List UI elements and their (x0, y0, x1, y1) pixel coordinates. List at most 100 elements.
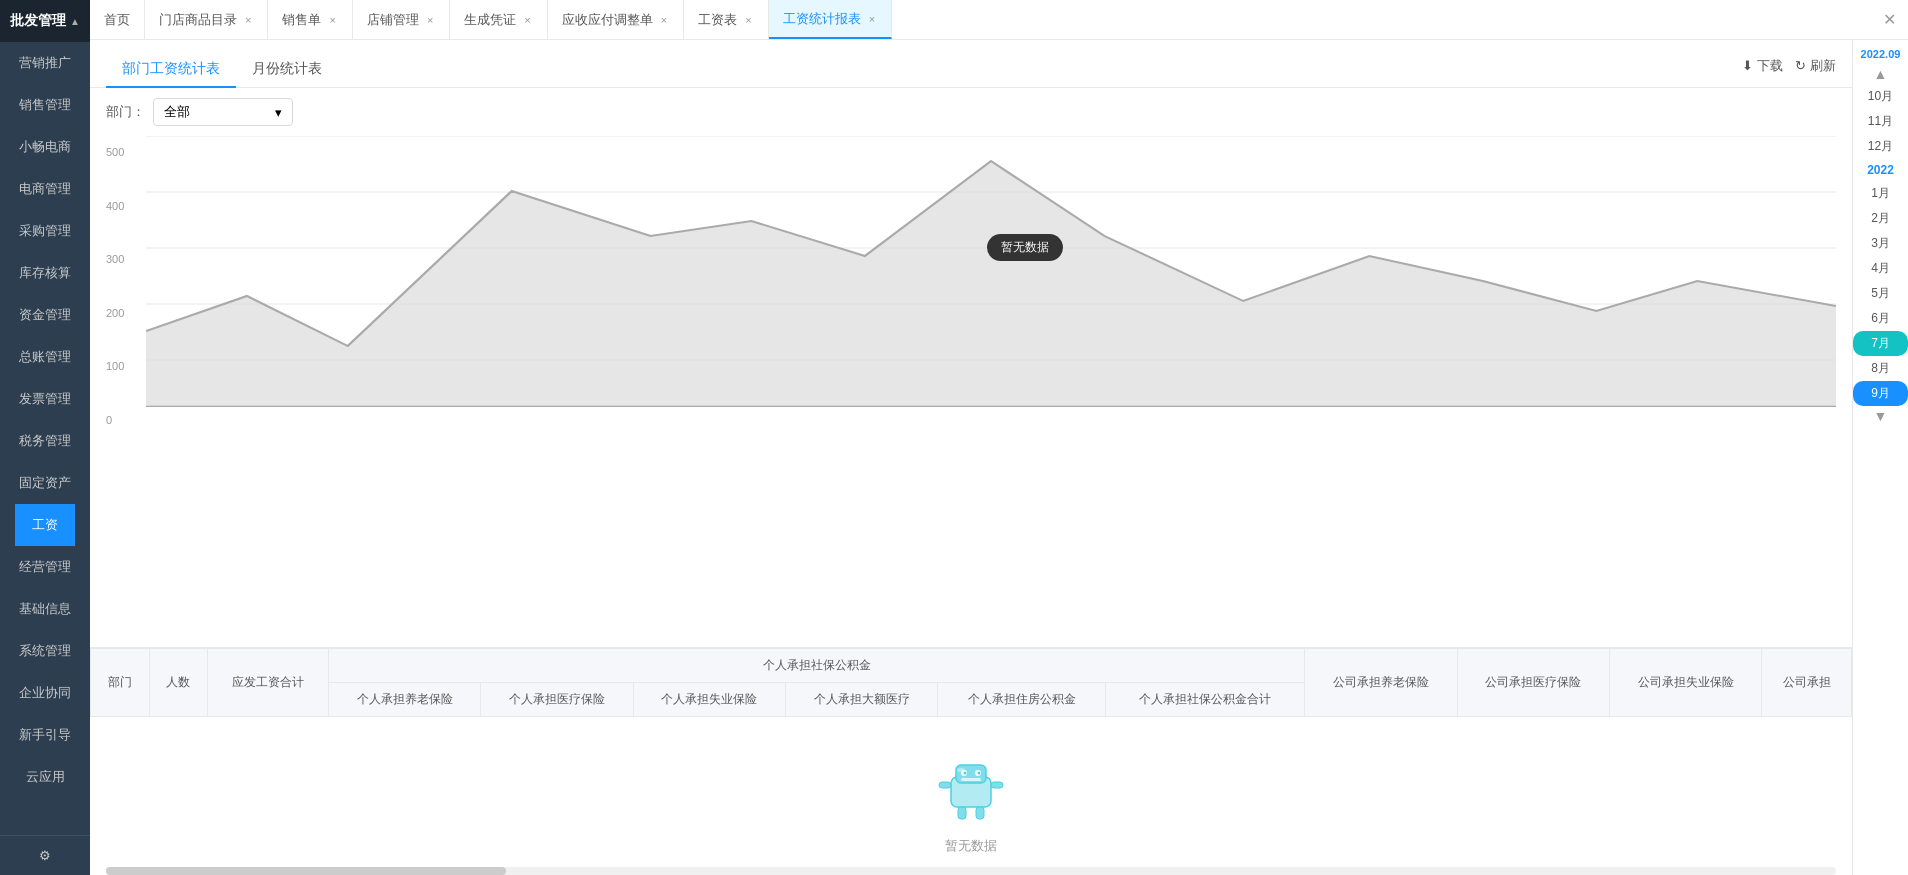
date-panel: 2022.09 ▲ 10月 11月 12月 2022 1月 2月 3月 4月 5… (1852, 40, 1908, 875)
tab-应收应付调整单[interactable]: 应收应付调整单 × (548, 0, 684, 39)
refresh-label: 刷新 (1810, 57, 1836, 75)
col-personal-pension: 个人承担养老保险 (329, 683, 481, 717)
col-department: 部门 (91, 649, 150, 717)
sidebar-item-税务管理[interactable]: 税务管理 (15, 420, 75, 462)
date-month-9[interactable]: 9月 (1853, 381, 1908, 406)
tab-label: 工资统计报表 (783, 10, 861, 28)
empty-robot-icon (931, 757, 1011, 827)
horizontal-scrollbar[interactable] (106, 867, 1836, 875)
refresh-icon: ↻ (1795, 58, 1806, 73)
col-company-medical: 公司承担医疗保险 (1457, 649, 1609, 717)
date-month-3[interactable]: 3月 (1853, 231, 1908, 256)
col-personal-total: 个人承担社保公积金合计 (1106, 683, 1305, 717)
tab-生成凭证[interactable]: 生成凭证 × (450, 0, 547, 39)
date-down-button[interactable]: ▼ (1867, 406, 1895, 426)
sidebar-item-云应用[interactable]: 云应用 (15, 756, 75, 798)
sidebar-item-经营管理[interactable]: 经营管理 (15, 546, 75, 588)
settings-icon: ⚙ (39, 848, 51, 863)
tab-close-icon[interactable]: × (522, 14, 532, 26)
sidebar-item-采购管理[interactable]: 采购管理 (15, 210, 75, 252)
sidebar-header[interactable]: 批发管理 ▲ (0, 0, 90, 42)
date-month-1[interactable]: 1月 (1853, 181, 1908, 206)
chart-svg (146, 136, 1836, 416)
chart-y-labels: 500 400 300 200 100 0 (106, 136, 124, 436)
sidebar-settings-button[interactable]: ⚙ (0, 835, 90, 875)
col-company-pension: 公司承担养老保险 (1305, 649, 1457, 717)
col-company-unemployment: 公司承担失业保险 (1609, 649, 1761, 717)
date-month-7[interactable]: 7月 (1853, 331, 1908, 356)
date-month-2[interactable]: 2月 (1853, 206, 1908, 231)
col-personal-major-medical: 个人承担大额医疗 (786, 683, 938, 717)
content-wrapper: 部门工资统计表月份统计表 ⬇ 下载 ↻ 刷新 部门： 全部 ▾ (90, 40, 1908, 875)
stats-table: 部门 人数 应发工资合计 个人承担社保公积金 公司承担养老保险 公司承担医疗保险… (90, 648, 1852, 717)
date-month-8[interactable]: 8月 (1853, 356, 1908, 381)
col-company-other: 公司承担 (1762, 649, 1852, 717)
date-month-5[interactable]: 5月 (1853, 281, 1908, 306)
date-panel-current: 2022.09 (1861, 48, 1901, 60)
table-wrapper[interactable]: 部门 人数 应发工资合计 个人承担社保公积金 公司承担养老保险 公司承担医疗保险… (90, 647, 1852, 867)
sidebar-item-销售管理[interactable]: 销售管理 (15, 84, 75, 126)
sidebar-item-电商管理[interactable]: 电商管理 (15, 168, 75, 210)
department-select[interactable]: 全部 ▾ (153, 98, 293, 126)
tab-close-icon[interactable]: × (243, 14, 253, 26)
close-all-tabs-button[interactable]: ✕ (1871, 10, 1908, 29)
tab-销售单[interactable]: 销售单× (268, 0, 352, 39)
sidebar-item-资金管理[interactable]: 资金管理 (15, 294, 75, 336)
sidebar-title: 批发管理 (10, 12, 66, 30)
date-month-4[interactable]: 4月 (1853, 256, 1908, 281)
tab-工资表[interactable]: 工资表 × (684, 0, 768, 39)
tab-工资统计报表[interactable]: 工资统计报表 × (769, 0, 892, 39)
page-content: 部门工资统计表月份统计表 ⬇ 下载 ↻ 刷新 部门： 全部 ▾ (90, 40, 1852, 875)
tab-close-icon[interactable]: × (659, 14, 669, 26)
tab-店铺管理[interactable]: 店铺管理× (353, 0, 450, 39)
sidebar-item-企业协同[interactable]: 企业协同 (15, 672, 75, 714)
download-button[interactable]: ⬇ 下载 (1742, 57, 1783, 75)
tab-close-icon[interactable]: × (743, 14, 753, 26)
sidebar-item-固定资产[interactable]: 固定资产 (15, 462, 75, 504)
tab-门店商品目录[interactable]: 门店商品目录 × (145, 0, 268, 39)
tab-label: 工资表 (698, 11, 737, 29)
tab-close-icon[interactable]: × (867, 13, 877, 25)
svg-rect-16 (958, 807, 966, 819)
tab-首页[interactable]: 首页 (90, 0, 145, 39)
svg-point-11 (964, 772, 967, 775)
svg-point-18 (957, 768, 965, 772)
refresh-button[interactable]: ↻ 刷新 (1795, 57, 1836, 75)
sidebar-item-库存核算[interactable]: 库存核算 (15, 252, 75, 294)
sidebar-item-总账管理[interactable]: 总账管理 (15, 336, 75, 378)
svg-rect-15 (991, 782, 1003, 788)
sidebar-item-发票管理[interactable]: 发票管理 (15, 378, 75, 420)
date-month-10[interactable]: 10月 (1853, 84, 1908, 109)
col-personal-unemployment: 个人承担失业保险 (633, 683, 785, 717)
col-total-salary: 应发工资合计 (208, 649, 329, 717)
sidebar-item-工资[interactable]: 工资 (15, 504, 75, 546)
chart-container: 500 400 300 200 100 0 (106, 136, 1836, 436)
tab-label: 门店商品目录 (159, 11, 237, 29)
tab-label: 生成凭证 (464, 11, 516, 29)
sidebar-item-小畅电商[interactable]: 小畅电商 (15, 126, 75, 168)
sidebar-item-基础信息[interactable]: 基础信息 (15, 588, 75, 630)
main-area: 首页门店商品目录×销售单×店铺管理×生成凭证×应收应付调整单×工资表×工资统计报… (90, 0, 1908, 875)
scrollbar-thumb[interactable] (106, 867, 506, 875)
sidebar: 批发管理 ▲ 营销推广销售管理小畅电商电商管理采购管理库存核算资金管理总账管理发… (0, 0, 90, 875)
tab-close-icon[interactable]: × (425, 14, 435, 26)
col-personal-insurance-header: 个人承担社保公积金 (329, 649, 1305, 683)
svg-marker-6 (146, 161, 1836, 406)
sidebar-item-系统管理[interactable]: 系统管理 (15, 630, 75, 672)
sidebar-item-新手引导[interactable]: 新手引导 (15, 714, 75, 756)
sub-tab-部门工资统计表[interactable]: 部门工资统计表 (106, 52, 236, 88)
col-headcount: 人数 (149, 649, 208, 717)
sidebar-item-营销推广[interactable]: 营销推广 (15, 42, 75, 84)
date-month-6[interactable]: 6月 (1853, 306, 1908, 331)
date-year-2022[interactable]: 2022 (1853, 159, 1908, 181)
sub-tab-月份统计表[interactable]: 月份统计表 (236, 52, 338, 88)
filter-row: 部门： 全部 ▾ (90, 88, 1852, 136)
department-select-value: 全部 (164, 103, 190, 121)
tab-close-icon[interactable]: × (327, 14, 337, 26)
tab-label: 应收应付调整单 (562, 11, 653, 29)
date-month-12[interactable]: 12月 (1853, 134, 1908, 159)
sub-tab-bar: 部门工资统计表月份统计表 ⬇ 下载 ↻ 刷新 (90, 40, 1852, 88)
date-up-button[interactable]: ▲ (1867, 64, 1895, 84)
date-month-11[interactable]: 11月 (1853, 109, 1908, 134)
sidebar-collapse-icon: ▲ (70, 16, 80, 27)
